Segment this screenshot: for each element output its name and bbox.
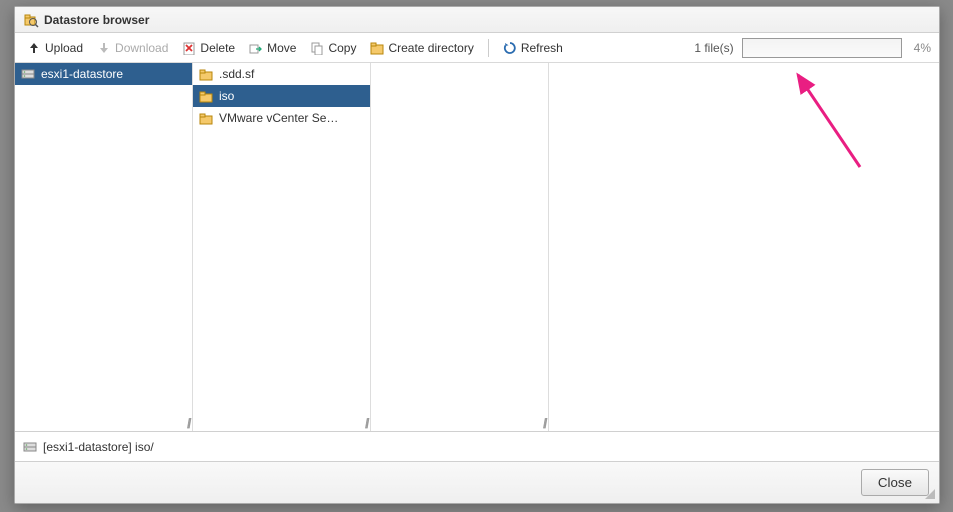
- datastore-item[interactable]: esxi1-datastore: [15, 63, 192, 85]
- item-label: iso: [219, 89, 234, 103]
- column-resize-grip[interactable]: |||: [542, 417, 547, 429]
- footer: Close: [15, 461, 939, 503]
- refresh-label: Refresh: [521, 41, 563, 55]
- create-directory-button[interactable]: Create directory: [364, 38, 479, 58]
- delete-label: Delete: [200, 41, 235, 55]
- datastore-browser-modal: Datastore browser Upload Download Delete…: [14, 6, 940, 504]
- folder-item[interactable]: VMware vCenter Se…: [193, 107, 370, 129]
- titlebar: Datastore browser: [15, 7, 939, 33]
- column-3: [549, 63, 939, 431]
- datastore-icon: [21, 67, 35, 81]
- refresh-button[interactable]: Refresh: [497, 38, 569, 58]
- upload-button[interactable]: Upload: [21, 38, 89, 58]
- copy-icon: [310, 41, 324, 55]
- column-0: esxi1-datastore |||: [15, 63, 193, 431]
- column-1: .sdd.sf iso VMware vCenter Se… |||: [193, 63, 371, 431]
- folder-plus-icon: [370, 41, 384, 55]
- refresh-icon: [503, 41, 517, 55]
- download-icon: [97, 41, 111, 55]
- folder-icon: [199, 89, 213, 103]
- move-icon: [249, 41, 263, 55]
- datastore-icon: [23, 440, 37, 454]
- statusbar: [esxi1-datastore] iso/: [15, 431, 939, 461]
- file-count: 1 file(s): [694, 41, 733, 55]
- copy-label: Copy: [328, 41, 356, 55]
- toolbar: Upload Download Delete Move Copy Create …: [15, 33, 939, 63]
- move-label: Move: [267, 41, 296, 55]
- move-button[interactable]: Move: [243, 38, 302, 58]
- toolbar-separator: [488, 39, 489, 57]
- folder-item[interactable]: .sdd.sf: [193, 63, 370, 85]
- copy-button[interactable]: Copy: [304, 38, 362, 58]
- delete-button[interactable]: Delete: [176, 38, 241, 58]
- columns-view: esxi1-datastore ||| .sdd.sf iso VMware v…: [15, 63, 939, 431]
- create-directory-label: Create directory: [388, 41, 473, 55]
- column-2: |||: [371, 63, 549, 431]
- folder-item[interactable]: iso: [193, 85, 370, 107]
- item-label: VMware vCenter Se…: [219, 111, 338, 125]
- column-resize-grip[interactable]: |||: [364, 417, 369, 429]
- search-folder-icon: [23, 12, 39, 28]
- column-resize-grip[interactable]: |||: [186, 417, 191, 429]
- download-button: Download: [91, 38, 174, 58]
- folder-icon: [199, 67, 213, 81]
- delete-icon: [182, 41, 196, 55]
- upload-icon: [27, 41, 41, 55]
- item-label: esxi1-datastore: [41, 67, 123, 81]
- window-title: Datastore browser: [44, 13, 149, 27]
- item-label: .sdd.sf: [219, 67, 254, 81]
- progress-percent: 4%: [914, 41, 931, 55]
- search-input[interactable]: [742, 38, 902, 58]
- resize-grip-icon[interactable]: [925, 489, 935, 499]
- close-button[interactable]: Close: [861, 469, 929, 496]
- status-path: [esxi1-datastore] iso/: [43, 440, 154, 454]
- upload-label: Upload: [45, 41, 83, 55]
- download-label: Download: [115, 41, 168, 55]
- folder-icon: [199, 111, 213, 125]
